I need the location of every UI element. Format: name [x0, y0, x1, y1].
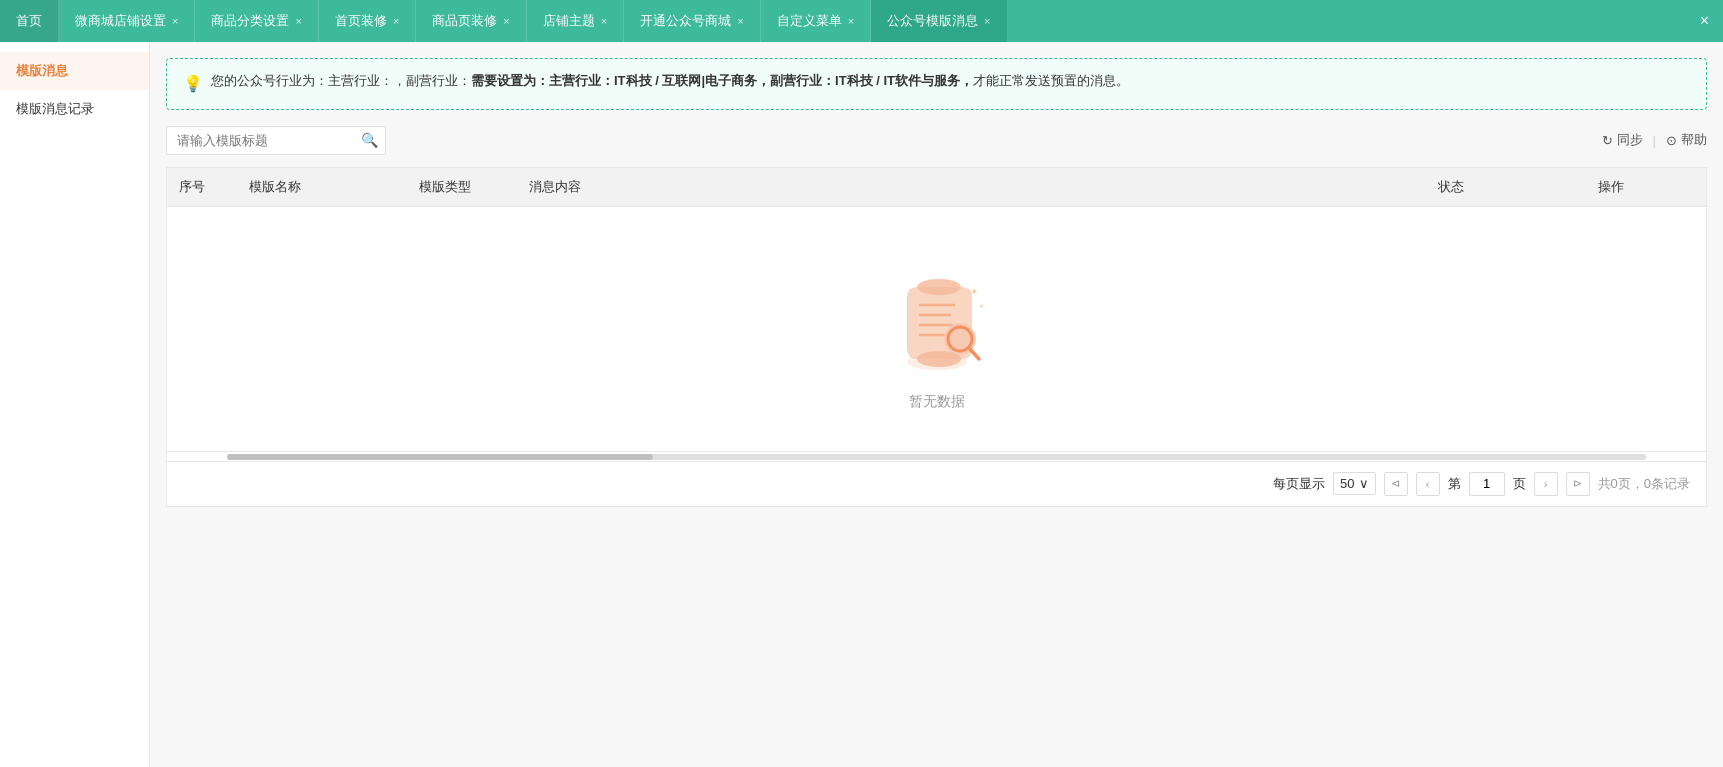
nav-tab-close-shop-theme[interactable]: ×	[601, 15, 607, 27]
table-col-3: 消息内容	[517, 168, 1426, 206]
page-size-chevron: ∨	[1359, 476, 1369, 491]
nav-tab-shop-theme[interactable]: 店铺主题×	[527, 0, 624, 42]
svg-line-9	[970, 349, 979, 359]
main-layout: 模版消息模版消息记录 💡 您的公众号行业为：主营行业：，副营行业：需要设置为：主…	[0, 42, 1723, 767]
nav-tab-custom-menu[interactable]: 自定义菜单×	[761, 0, 871, 42]
search-input[interactable]	[166, 126, 386, 155]
sync-icon: ↻	[1602, 133, 1613, 148]
nav-tab-close-home-decor[interactable]: ×	[393, 15, 399, 27]
first-page-button[interactable]: ⊲	[1384, 472, 1408, 496]
search-icon[interactable]: 🔍	[361, 132, 378, 148]
page-size-value: 50	[1340, 476, 1354, 491]
nav-tab-open-mall[interactable]: 开通公众号商城×	[624, 0, 760, 42]
help-icon: ⊙	[1666, 133, 1677, 148]
nav-tab-close-category-settings[interactable]: ×	[295, 15, 301, 27]
notice-banner: 💡 您的公众号行业为：主营行业：，副营行业：需要设置为：主营行业：IT科技 / …	[166, 58, 1707, 110]
nav-tab-home[interactable]: 首页	[0, 0, 59, 42]
sync-button[interactable]: ↻ 同步	[1602, 131, 1643, 149]
current-page-input[interactable]	[1469, 472, 1505, 496]
nav-tab-category-settings[interactable]: 商品分类设置×	[195, 0, 318, 42]
nav-tab-close-shop-settings[interactable]: ×	[172, 15, 178, 27]
sidebar-item-template-msg-log[interactable]: 模版消息记录	[0, 90, 149, 128]
table-wrap: 序号模版名称模版类型消息内容状态操作	[166, 167, 1707, 507]
page-summary: 共0页，0条记录	[1598, 475, 1690, 493]
top-nav: 首页微商城店铺设置×商品分类设置×首页装修×商品页装修×店铺主题×开通公众号商城…	[0, 0, 1723, 42]
scrollbar-track	[227, 454, 1646, 460]
table-header: 序号模版名称模版类型消息内容状态操作	[167, 168, 1706, 207]
nav-tab-close-template-msg[interactable]: ×	[984, 15, 990, 27]
empty-illustration: ✦ ✦	[882, 267, 992, 377]
sidebar: 模版消息模版消息记录	[0, 42, 150, 767]
svg-text:✦: ✦	[970, 286, 978, 297]
table-col-4: 状态	[1426, 168, 1586, 206]
nav-tab-home-decor[interactable]: 首页装修×	[319, 0, 416, 42]
toolbar-right: ↻ 同步 | ⊙ 帮助	[1602, 131, 1707, 149]
content-area: 💡 您的公众号行业为：主营行业：，副营行业：需要设置为：主营行业：IT科技 / …	[150, 42, 1723, 767]
next-page-button[interactable]: ›	[1534, 472, 1558, 496]
sidebar-item-template-msg[interactable]: 模版消息	[0, 52, 149, 90]
page-size-label: 每页显示	[1273, 475, 1325, 493]
page-size-select[interactable]: 50 ∨	[1333, 472, 1375, 495]
svg-text:✦: ✦	[978, 302, 985, 311]
horizontal-scrollbar[interactable]	[167, 451, 1706, 461]
nav-tab-close-custom-menu[interactable]: ×	[848, 15, 854, 27]
table-col-5: 操作	[1586, 168, 1706, 206]
nav-tab-shop-settings[interactable]: 微商城店铺设置×	[59, 0, 195, 42]
nav-tab-close-product-decor[interactable]: ×	[503, 15, 509, 27]
last-page-button[interactable]: ⊳	[1566, 472, 1590, 496]
close-all-button[interactable]: ×	[1686, 0, 1723, 42]
search-input-wrap: 🔍	[166, 126, 386, 155]
table-col-0: 序号	[167, 168, 237, 206]
nav-tab-close-open-mall[interactable]: ×	[737, 15, 743, 27]
empty-text: 暂无数据	[909, 393, 965, 411]
help-button[interactable]: ⊙ 帮助	[1666, 131, 1707, 149]
svg-point-1	[917, 279, 961, 295]
notice-icon: 💡	[183, 71, 203, 97]
search-bar: 🔍 ↻ 同步 | ⊙ 帮助	[166, 126, 1707, 155]
page-di-label: 第	[1448, 475, 1461, 493]
prev-page-button[interactable]: ‹	[1416, 472, 1440, 496]
page-unit-label: 页	[1513, 475, 1526, 493]
nav-tab-product-decor[interactable]: 商品页装修×	[416, 0, 526, 42]
notice-text: 您的公众号行业为：主营行业：，副营行业：需要设置为：主营行业：IT科技 / 互联…	[211, 71, 1129, 92]
empty-state: ✦ ✦ 暂无数据	[167, 207, 1706, 451]
table-col-1: 模版名称	[237, 168, 407, 206]
scrollbar-thumb[interactable]	[227, 454, 653, 460]
pagination-bar: 每页显示 50 ∨ ⊲ ‹ 第 页 › ⊳ 共0页，0条记录	[167, 461, 1706, 506]
toolbar-divider: |	[1653, 133, 1656, 148]
table-col-2: 模版类型	[407, 168, 517, 206]
nav-tab-template-msg[interactable]: 公众号模版消息×	[871, 0, 1007, 42]
